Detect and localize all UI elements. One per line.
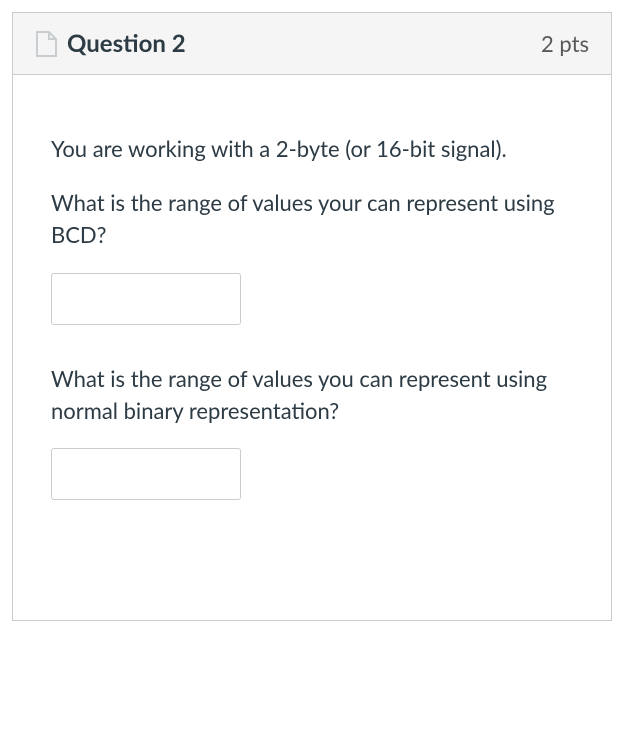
- answer-input-b[interactable]: [51, 448, 241, 500]
- question-prompt-a: What is the range of values your can rep…: [51, 187, 573, 251]
- question-title: Question 2: [67, 29, 186, 58]
- header-left: Question 2: [35, 29, 186, 58]
- question-card: Question 2 2 pts You are working with a …: [12, 12, 612, 621]
- question-header: Question 2 2 pts: [13, 13, 611, 75]
- question-body: You are working with a 2-byte (or 16-bit…: [13, 75, 611, 620]
- page-outline-icon: [35, 31, 57, 57]
- question-points: 2 pts: [541, 30, 589, 57]
- answer-input-a[interactable]: [51, 273, 241, 325]
- question-intro: You are working with a 2-byte (or 16-bit…: [51, 133, 573, 165]
- question-prompt-b: What is the range of values you can repr…: [51, 363, 573, 427]
